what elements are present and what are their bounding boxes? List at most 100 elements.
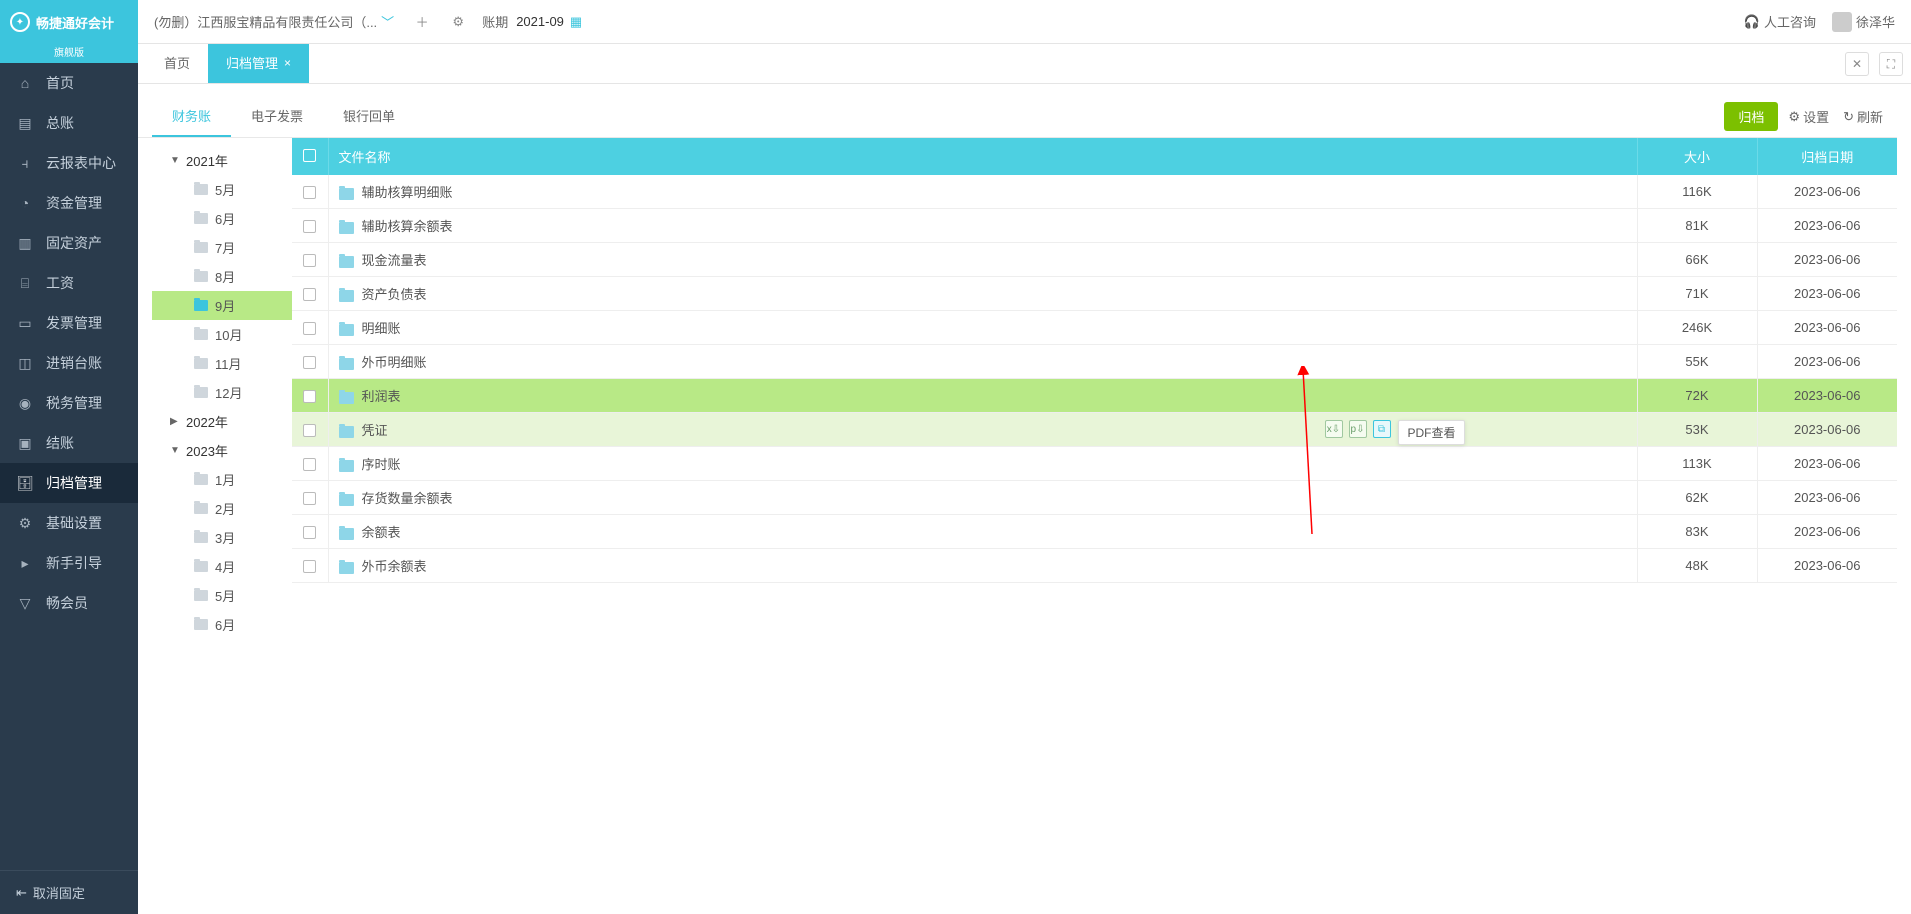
sub-tab-1[interactable]: 电子发票: [231, 96, 323, 137]
logo[interactable]: ✦ 畅捷通好会计: [0, 0, 138, 44]
download-pdf-icon[interactable]: p⇩: [1349, 420, 1367, 438]
tab-1[interactable]: 归档管理×: [208, 44, 309, 83]
file-date: 2023-06-06: [1757, 413, 1897, 447]
sub-tab-2[interactable]: 银行回单: [323, 96, 415, 137]
tree-month[interactable]: 6月: [152, 204, 292, 233]
download-excel-icon[interactable]: x⇩: [1325, 420, 1343, 438]
tree-year-label: 2021年: [186, 151, 228, 170]
sidebar-item-11[interactable]: ⚙基础设置: [0, 503, 138, 543]
sidebar-item-label: 总账: [46, 113, 74, 133]
add-company-icon[interactable]: ＋: [410, 10, 434, 34]
sidebar-item-label: 进销台账: [46, 353, 102, 373]
row-checkbox[interactable]: [303, 356, 316, 369]
tree-month-label: 5月: [215, 586, 235, 605]
tree-month[interactable]: 5月: [152, 581, 292, 610]
table-row[interactable]: 外币余额表 48K 2023-06-06: [292, 549, 1897, 583]
table-row[interactable]: 凭证 x⇩ p⇩ ⧉ PDF查看 53K 2023-06-06: [292, 413, 1897, 447]
settings-icon[interactable]: ⚙: [446, 10, 470, 34]
sidebar-item-9[interactable]: ▣结账: [0, 423, 138, 463]
pdf-view-icon[interactable]: ⧉: [1373, 420, 1391, 438]
sidebar-item-13[interactable]: ▽畅会员: [0, 583, 138, 623]
select-all-checkbox[interactable]: [303, 149, 316, 162]
row-checkbox[interactable]: [303, 390, 316, 403]
table-row[interactable]: 辅助核算明细账 116K 2023-06-06: [292, 175, 1897, 209]
row-checkbox[interactable]: [303, 288, 316, 301]
table-row[interactable]: 现金流量表 66K 2023-06-06: [292, 243, 1897, 277]
tree-month[interactable]: 12月: [152, 378, 292, 407]
row-checkbox[interactable]: [303, 186, 316, 199]
vip-icon: ▽: [16, 594, 34, 612]
tab-0[interactable]: 首页: [146, 44, 208, 83]
sub-tab-0[interactable]: 财务账: [152, 96, 231, 137]
table-row[interactable]: 存货数量余额表 62K 2023-06-06: [292, 481, 1897, 515]
sidebar-item-4[interactable]: ▥固定资产: [0, 223, 138, 263]
row-checkbox[interactable]: [303, 560, 316, 573]
tree-month[interactable]: 4月: [152, 552, 292, 581]
sidebar-item-5[interactable]: ⌸工资: [0, 263, 138, 303]
table-row[interactable]: 明细账 246K 2023-06-06: [292, 311, 1897, 345]
sidebar-item-label: 税务管理: [46, 393, 102, 413]
table-row[interactable]: 资产负债表 71K 2023-06-06: [292, 277, 1897, 311]
tree-year[interactable]: ▶2022年: [152, 407, 292, 436]
file-size: 66K: [1637, 243, 1757, 277]
calendar-icon[interactable]: ▦: [570, 14, 582, 30]
tree-month[interactable]: 7月: [152, 233, 292, 262]
sidebar-item-7[interactable]: ◫进销台账: [0, 343, 138, 383]
sidebar-item-2[interactable]: ⫞云报表中心: [0, 143, 138, 183]
user-menu[interactable]: 徐泽华: [1832, 12, 1895, 32]
folder-icon: [194, 358, 208, 369]
consult-button[interactable]: 🎧 人工咨询: [1744, 12, 1816, 31]
tree-month[interactable]: 8月: [152, 262, 292, 291]
row-checkbox[interactable]: [303, 526, 316, 539]
refresh-link[interactable]: ↻ 刷新: [1843, 107, 1883, 126]
tree-month-label: 4月: [215, 557, 235, 576]
archive-button[interactable]: 归档: [1724, 102, 1778, 131]
file-size: 48K: [1637, 549, 1757, 583]
tree-month[interactable]: 9月: [152, 291, 292, 320]
sidebar-item-3[interactable]: ◔资金管理: [0, 183, 138, 223]
sidebar-item-0[interactable]: ⌂首页: [0, 63, 138, 103]
table-row[interactable]: 辅助核算余额表 81K 2023-06-06: [292, 209, 1897, 243]
row-checkbox[interactable]: [303, 254, 316, 267]
row-checkbox[interactable]: [303, 220, 316, 233]
folder-icon: [194, 300, 208, 311]
table-row[interactable]: 外币明细账 55K 2023-06-06: [292, 345, 1897, 379]
sidebar-item-6[interactable]: ▭发票管理: [0, 303, 138, 343]
row-checkbox[interactable]: [303, 492, 316, 505]
tree-month[interactable]: 2月: [152, 494, 292, 523]
folder-icon: [339, 392, 354, 404]
file-size: 81K: [1637, 209, 1757, 243]
table-row[interactable]: 利润表 72K 2023-06-06: [292, 379, 1897, 413]
table-row[interactable]: 余额表 83K 2023-06-06: [292, 515, 1897, 549]
tab-fullscreen-icon[interactable]: ⛶: [1879, 52, 1903, 76]
sidebar-item-12[interactable]: ▸新手引导: [0, 543, 138, 583]
tree-month[interactable]: 5月: [152, 175, 292, 204]
sidebar-item-10[interactable]: 🗄归档管理: [0, 463, 138, 503]
table-row[interactable]: 序时账 113K 2023-06-06: [292, 447, 1897, 481]
fund-icon: ◔: [16, 194, 34, 212]
tab-close-all-icon[interactable]: ✕: [1845, 52, 1869, 76]
row-checkbox[interactable]: [303, 424, 316, 437]
folder-icon: [339, 290, 354, 302]
folder-icon: [194, 387, 208, 398]
logo-icon: ✦: [10, 12, 30, 32]
tab-close-icon[interactable]: ×: [284, 56, 291, 70]
tree-year[interactable]: ▼ 2021年: [152, 146, 292, 175]
sidebar-item-8[interactable]: ◉税务管理: [0, 383, 138, 423]
tree-month[interactable]: 10月: [152, 320, 292, 349]
logo-subtitle: 旗舰版: [0, 44, 138, 63]
caret-down-icon: ▼: [170, 155, 182, 166]
sidebar-unpin[interactable]: ⇤ 取消固定: [0, 870, 138, 914]
tree-month[interactable]: 1月: [152, 465, 292, 494]
company-selector[interactable]: (勿删）江西服宝精品有限责任公司（... ﹀: [154, 12, 394, 31]
tree-year[interactable]: ▼2023年: [152, 436, 292, 465]
row-checkbox[interactable]: [303, 458, 316, 471]
tree-month-label: 2月: [215, 499, 235, 518]
sidebar-item-1[interactable]: ▤总账: [0, 103, 138, 143]
tree-month[interactable]: 3月: [152, 523, 292, 552]
folder-icon: [339, 460, 354, 472]
tree-month[interactable]: 6月: [152, 610, 292, 639]
settings-link[interactable]: ⚙ 设置: [1788, 107, 1829, 126]
tree-month[interactable]: 11月: [152, 349, 292, 378]
row-checkbox[interactable]: [303, 322, 316, 335]
